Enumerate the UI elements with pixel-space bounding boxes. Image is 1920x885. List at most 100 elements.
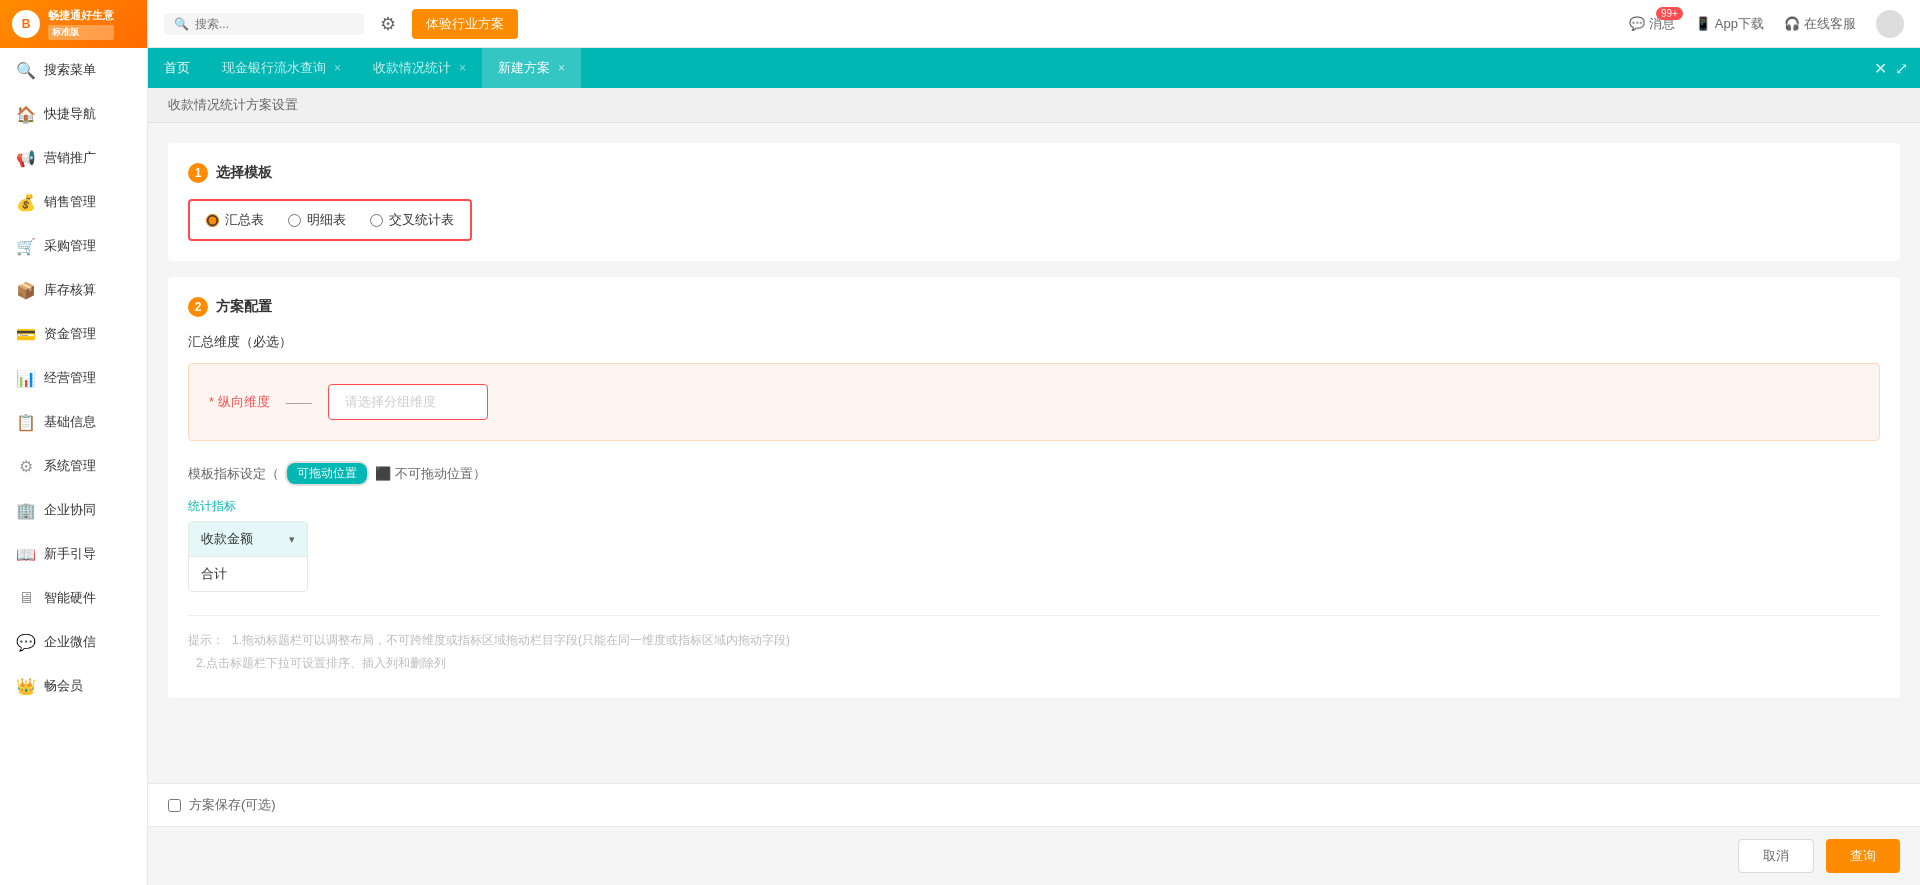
pill-draggable-label: 可拖动位置: [297, 466, 357, 480]
tip-1: 提示： 1.拖动标题栏可以调整布局，不可跨维度或指标区域拖动栏目字段(只能在同一…: [188, 632, 1880, 649]
sidebar-item-finance[interactable]: 💳 资金管理: [0, 312, 147, 356]
inventory-icon: 📦: [16, 280, 36, 300]
tab-expand-icon[interactable]: ⤢: [1895, 59, 1908, 78]
search-nav-icon: 🔍: [16, 60, 36, 80]
sidebar-item-label-2: 营销推广: [44, 149, 96, 167]
sidebar-item-label-7: 经营管理: [44, 369, 96, 387]
settings-icon[interactable]: ⚙: [380, 13, 396, 35]
pill-draggable[interactable]: 可拖动位置: [287, 463, 367, 484]
dimension-arrow: ——: [286, 395, 312, 410]
cancel-button[interactable]: 取消: [1738, 839, 1814, 873]
radio-cross[interactable]: 交叉统计表: [370, 211, 454, 229]
service-item[interactable]: 🎧 在线客服: [1784, 15, 1856, 33]
sidebar-item-basic[interactable]: 📋 基础信息: [0, 400, 147, 444]
section1-number: 1: [188, 163, 208, 183]
tabbar-controls: ✕ ⤢: [1874, 59, 1920, 78]
tab-collection-close[interactable]: ×: [459, 61, 466, 75]
sidebar: B 畅捷通好生意 标准版 🔍 搜索菜单 🏠 快捷导航 📢 营销推广 💰 销售管理…: [0, 0, 148, 885]
topbar: 🔍 ⚙ 体验行业方案 💬 消息 99+ 📱 App下载 🎧 在线客服: [148, 0, 1920, 48]
metrics-dropdown-arrow[interactable]: ▾: [289, 533, 295, 546]
metrics-table-body: 合计: [189, 557, 307, 591]
dimension-select[interactable]: 请选择分组维度: [328, 384, 488, 420]
finance-icon: 💳: [16, 324, 36, 344]
vertical-dim-label: * 纵向维度: [209, 393, 270, 411]
sidebar-item-hardware[interactable]: 🖥 智能硬件: [0, 576, 147, 620]
tab-new-plan-close[interactable]: ×: [558, 61, 565, 75]
pill-nondraggable: ⬛: [375, 466, 391, 481]
radio-detail-input[interactable]: [288, 214, 301, 227]
section2-number: 2: [188, 297, 208, 317]
non-drag-text: 不可拖动位置）: [395, 466, 486, 481]
page-title: 收款情况统计方案设置: [168, 97, 298, 112]
sidebar-item-home[interactable]: 🏠 快捷导航: [0, 92, 147, 136]
page-header: 收款情况统计方案设置: [148, 88, 1920, 123]
tab-new-plan-label: 新建方案: [498, 59, 550, 77]
sidebar-item-system[interactable]: ⚙ 系统管理: [0, 444, 147, 488]
sidebar-item-label-5: 库存核算: [44, 281, 96, 299]
metrics-non-drag-label: ⬛ 不可拖动位置）: [375, 465, 486, 483]
dimension-select-placeholder: 请选择分组维度: [345, 394, 436, 409]
radio-summary-input[interactable]: [206, 214, 219, 227]
dimension-area: * 纵向维度 —— 请选择分组维度: [188, 363, 1880, 441]
tip-1-text: 1.拖动标题栏可以调整布局，不可跨维度或指标区域拖动栏目字段(只能在同一维度或指…: [232, 632, 790, 649]
radio-detail[interactable]: 明细表: [288, 211, 346, 229]
metrics-section-label: 模板指标设定（: [188, 465, 279, 483]
tip-2-text: 2.点击标题栏下拉可设置排序、插入列和删除列: [196, 655, 446, 672]
message-item[interactable]: 💬 消息 99+: [1629, 15, 1675, 33]
sidebar-item-label-13: 企业微信: [44, 633, 96, 651]
tab-collection[interactable]: 收款情况统计 ×: [357, 48, 482, 88]
metrics-table-header[interactable]: 收款金额 ▾: [189, 522, 307, 557]
trial-button[interactable]: 体验行业方案: [412, 9, 518, 39]
tip-2: 2.点击标题栏下拉可设置排序、插入列和删除列: [188, 655, 1880, 672]
sidebar-item-wechat[interactable]: 💬 企业微信: [0, 620, 147, 664]
tabbar: 首页 现金银行流水查询 × 收款情况统计 × 新建方案 × ✕ ⤢: [148, 48, 1920, 88]
toggle-draggable: 可拖动位置: [285, 461, 369, 486]
sidebar-item-label-12: 智能硬件: [44, 589, 96, 607]
section1-label: 选择模板: [216, 164, 272, 182]
query-button[interactable]: 查询: [1826, 839, 1900, 873]
metrics-stat-label: 统计指标: [188, 498, 1880, 515]
tab-cashflow[interactable]: 现金银行流水查询 ×: [206, 48, 357, 88]
tab-home-label: 首页: [164, 59, 190, 77]
sidebar-item-label-9: 系统管理: [44, 457, 96, 475]
sidebar-item-search[interactable]: 🔍 搜索菜单: [0, 48, 147, 92]
sidebar-item-inventory[interactable]: 📦 库存核算: [0, 268, 147, 312]
radio-summary[interactable]: 汇总表: [206, 211, 264, 229]
sidebar-item-label-1: 快捷导航: [44, 105, 96, 123]
download-item[interactable]: 📱 App下载: [1695, 15, 1764, 33]
sidebar-item-marketing[interactable]: 📢 营销推广: [0, 136, 147, 180]
metrics-table: 收款金额 ▾ 合计: [188, 521, 308, 592]
subsection-dimension-title: 汇总维度（必选）: [188, 333, 1880, 351]
system-icon: ⚙: [16, 456, 36, 476]
save-plan-label[interactable]: 方案保存(可选): [189, 796, 276, 814]
topbar-right: 💬 消息 99+ 📱 App下载 🎧 在线客服: [1629, 10, 1904, 38]
sidebar-item-member[interactable]: 👑 畅会员: [0, 664, 147, 708]
tab-cashflow-close[interactable]: ×: [334, 61, 341, 75]
tab-cashflow-label: 现金银行流水查询: [222, 59, 326, 77]
sidebar-item-guide[interactable]: 📖 新手引导: [0, 532, 147, 576]
tab-collection-label: 收款情况统计: [373, 59, 451, 77]
tab-home[interactable]: 首页: [148, 48, 206, 88]
hardware-icon: 🖥: [16, 588, 36, 608]
enterprise-icon: 🏢: [16, 500, 36, 520]
metrics-header-text: 收款金额: [201, 530, 253, 548]
sidebar-item-management[interactable]: 📊 经营管理: [0, 356, 147, 400]
sidebar-item-label-6: 资金管理: [44, 325, 96, 343]
search-input[interactable]: [195, 17, 335, 31]
sidebar-item-purchase[interactable]: 🛒 采购管理: [0, 224, 147, 268]
radio-cross-input[interactable]: [370, 214, 383, 227]
guide-icon: 📖: [16, 544, 36, 564]
download-icon: 📱: [1695, 16, 1711, 31]
sidebar-item-enterprise[interactable]: 🏢 企业协同: [0, 488, 147, 532]
sidebar-item-label-14: 畅会员: [44, 677, 83, 695]
action-bar: 取消 查询: [148, 826, 1920, 885]
sidebar-item-sales[interactable]: 💰 销售管理: [0, 180, 147, 224]
logo-edition: 标准版: [48, 25, 114, 40]
tab-new-plan[interactable]: 新建方案 ×: [482, 48, 581, 88]
page-body: 1 选择模板 汇总表 明细表 交叉统计表: [148, 123, 1920, 783]
topbar-search-box[interactable]: 🔍: [164, 13, 364, 35]
radio-cross-label: 交叉统计表: [389, 211, 454, 229]
section2-label: 方案配置: [216, 298, 272, 316]
save-plan-checkbox[interactable]: [168, 799, 181, 812]
tab-close-icon[interactable]: ✕: [1874, 59, 1887, 78]
